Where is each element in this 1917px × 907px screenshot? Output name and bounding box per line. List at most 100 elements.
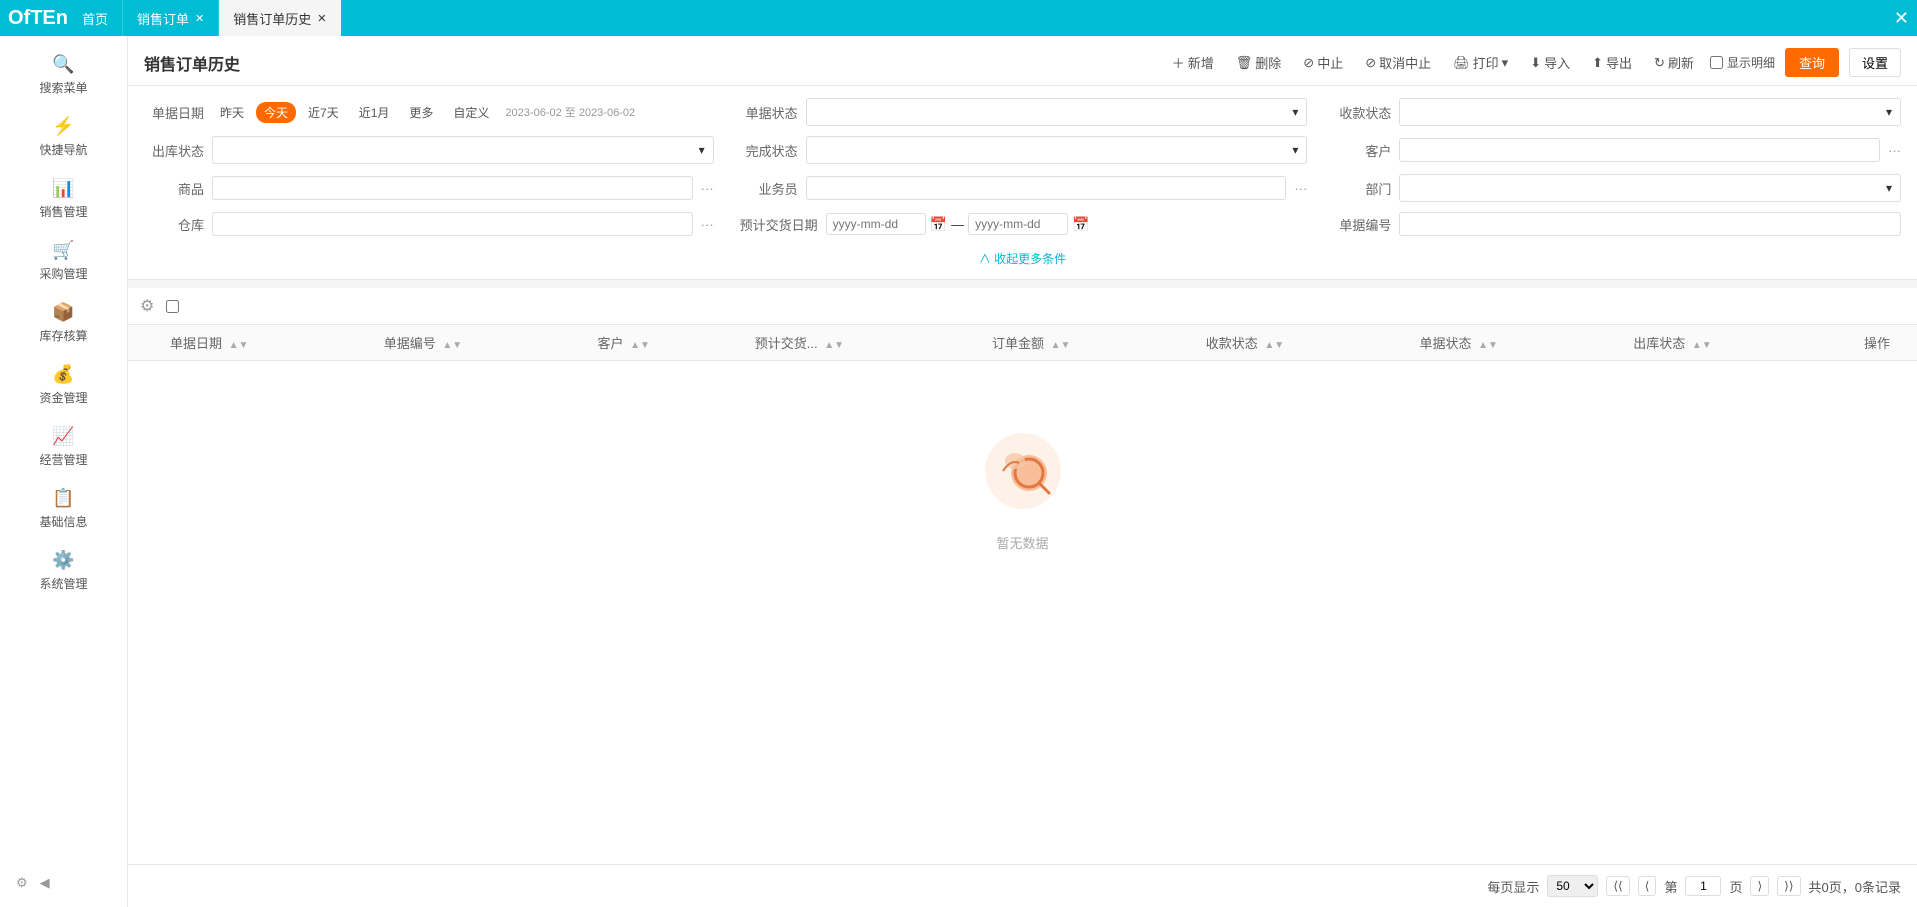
sidebar-item-system[interactable]: ⚙️ 系统管理 <box>0 540 127 602</box>
sidebar-item-basicinfo[interactable]: 📋 基础信息 <box>0 478 127 540</box>
refresh-button[interactable]: ↻ 刷新 <box>1648 50 1700 75</box>
new-button[interactable]: ＋ 新增 <box>1166 50 1220 75</box>
table-section: ⚙ 单据日期 ▲▼ 单据编号 ▲▼ <box>128 288 1917 864</box>
pagination: 每页显示 10 20 50 100 ⟨⟨ ⟨ 第 页 ⟩ ⟩⟩ 共0页，0条记录 <box>128 864 1917 907</box>
table-settings-icon[interactable]: ⚙ <box>140 296 154 316</box>
export-button[interactable]: ⬆ 导出 <box>1586 50 1638 75</box>
page-input[interactable] <box>1685 876 1721 896</box>
th-docnum[interactable]: 单据编号 ▲▼ <box>374 325 588 361</box>
warehouse-input[interactable] <box>212 212 693 236</box>
complete-status-select[interactable]: ▾ <box>806 136 1308 164</box>
sidebar-item-search[interactable]: 🔍 搜索菜单 <box>0 44 127 106</box>
filter-section: 单据日期 昨天 今天 近7天 近1月 更多 自定义 2023-06-02 至 2… <box>128 86 1917 280</box>
delivery-status-select[interactable]: ▾ <box>212 136 714 164</box>
date-filter: 昨天 今天 近7天 近1月 更多 自定义 2023-06-02 至 2023-0… <box>212 102 714 123</box>
th-payment-status[interactable]: 收款状态 ▲▼ <box>1196 325 1410 361</box>
department-select[interactable]: ▾ <box>1399 174 1901 202</box>
salesperson-dots[interactable]: ··· <box>1294 181 1307 196</box>
product-dots[interactable]: ··· <box>701 181 714 196</box>
delivery-date-group: 📅 — 📅 <box>826 213 1090 235</box>
top-bar-right: ✕ <box>1894 8 1909 29</box>
date-label: 单据日期 <box>144 103 204 122</box>
per-page-select[interactable]: 10 20 50 100 <box>1547 875 1598 897</box>
tab-sales-order[interactable]: 销售订单 ✕ <box>123 0 219 36</box>
filter-row-4: 仓库 ··· 预计交货日期 📅 — 📅 单据编号 <box>144 212 1901 236</box>
customer-dots[interactable]: ··· <box>1888 143 1901 158</box>
delete-button[interactable]: 🗑 删除 <box>1230 50 1288 75</box>
date-more[interactable]: 更多 <box>401 102 441 123</box>
cancel-stop-button[interactable]: ⊘ 取消中止 <box>1359 50 1437 75</box>
sidebar-item-operations[interactable]: 📈 经营管理 <box>0 416 127 478</box>
show-detail-checkbox[interactable] <box>1710 56 1723 69</box>
collapse-btn[interactable]: ∧ 收起更多条件 <box>979 252 1066 266</box>
sidebar-item-quicknav[interactable]: ⚡ 快捷导航 <box>0 106 127 168</box>
print-icon: 🖨 <box>1453 55 1470 71</box>
delete-label: 删除 <box>1255 53 1281 72</box>
delivery-date-to[interactable] <box>968 213 1068 235</box>
filter-row-1: 单据日期 昨天 今天 近7天 近1月 更多 自定义 2023-06-02 至 2… <box>144 98 1901 126</box>
import-label: 导入 <box>1544 53 1570 72</box>
th-customer[interactable]: 客户 ▲▼ <box>587 325 744 361</box>
complete-status-chevron: ▾ <box>1292 143 1298 157</box>
complete-status-label: 完成状态 <box>738 141 798 160</box>
query-button[interactable]: 查询 <box>1785 48 1839 77</box>
customer-label: 客户 <box>1331 141 1391 160</box>
page-prev-btn[interactable]: ⟨ <box>1638 876 1657 896</box>
date-today[interactable]: 今天 <box>256 102 296 123</box>
stop-button[interactable]: ⊘ 中止 <box>1297 50 1349 75</box>
tab-sales-history-label: 销售订单历史 <box>233 9 311 28</box>
doc-status-chevron: ▾ <box>1292 105 1298 119</box>
date-1month[interactable]: 近1月 <box>351 102 398 123</box>
tab-sales-history-close[interactable]: ✕ <box>317 12 326 25</box>
department-label: 部门 <box>1331 179 1391 198</box>
th-doc-status[interactable]: 单据状态 ▲▼ <box>1409 325 1623 361</box>
print-button[interactable]: 🖨 打印 ▾ <box>1447 50 1514 75</box>
customer-input[interactable] <box>1399 138 1880 162</box>
date-yesterday[interactable]: 昨天 <box>212 102 252 123</box>
th-amount[interactable]: 订单金额 ▲▼ <box>982 325 1196 361</box>
table-select-all-checkbox[interactable] <box>166 300 179 313</box>
warehouse-dots[interactable]: ··· <box>701 217 714 232</box>
empty-state: 暂无数据 <box>128 361 1917 592</box>
calendar-to-icon[interactable]: 📅 <box>1072 216 1089 233</box>
payment-status-select[interactable]: ▾ <box>1399 98 1901 126</box>
show-detail-checkbox-label[interactable]: 显示明细 <box>1710 54 1775 71</box>
calendar-from-icon[interactable]: 📅 <box>930 216 947 233</box>
window-close-btn[interactable]: ✕ <box>1894 8 1909 29</box>
th-payment-status-sort: ▲▼ <box>1264 341 1284 351</box>
th-outbound-status[interactable]: 出库状态 ▲▼ <box>1623 325 1837 361</box>
sidebar-item-finance[interactable]: 💰 资金管理 <box>0 354 127 416</box>
product-input[interactable] <box>212 176 693 200</box>
tab-home[interactable]: 首页 <box>68 0 123 36</box>
refresh-label: 刷新 <box>1668 53 1694 72</box>
th-date[interactable]: 单据日期 ▲▼ <box>160 325 374 361</box>
sidebar-item-sales-label: 销售管理 <box>39 203 87 220</box>
salesperson-input[interactable] <box>806 176 1287 200</box>
th-docnum-label: 单据编号 <box>384 336 436 351</box>
sidebar-settings-icon[interactable]: ⚙ <box>16 875 28 891</box>
sidebar-item-purchase[interactable]: 🛒 采购管理 <box>0 230 127 292</box>
basicinfo-icon: 📋 <box>52 488 74 509</box>
date-7days[interactable]: 近7天 <box>300 102 347 123</box>
export-icon: ⬆ <box>1592 55 1603 71</box>
sidebar-item-inventory[interactable]: 📦 库存核算 <box>0 292 127 354</box>
sidebar-collapse-icon[interactable]: ◀ <box>40 875 50 891</box>
page-next-btn[interactable]: ⟩ <box>1750 876 1769 896</box>
tab-sales-history[interactable]: 销售订单历史 ✕ <box>219 0 341 36</box>
filter-item-payment-status: 收款状态 ▾ <box>1331 98 1901 126</box>
settings-button[interactable]: 设置 <box>1849 48 1901 77</box>
payment-status-chevron: ▾ <box>1886 105 1892 119</box>
tab-sales-order-close[interactable]: ✕ <box>195 12 204 25</box>
page-first-btn[interactable]: ⟨⟨ <box>1606 876 1629 896</box>
page-last-btn[interactable]: ⟩⟩ <box>1777 876 1800 896</box>
th-delivery[interactable]: 预计交货... ▲▼ <box>745 325 982 361</box>
sidebar-item-sales[interactable]: 📊 销售管理 <box>0 168 127 230</box>
doc-number-input[interactable] <box>1399 212 1901 236</box>
delivery-date-from[interactable] <box>826 213 926 235</box>
filter-item-delivery-date: 预计交货日期 📅 — 📅 <box>738 213 1308 235</box>
doc-status-select[interactable]: ▾ <box>806 98 1308 126</box>
table-toolbar: ⚙ <box>128 288 1917 325</box>
date-custom[interactable]: 自定义 <box>445 102 497 123</box>
import-button[interactable]: ⬇ 导入 <box>1524 50 1576 75</box>
th-empty <box>128 325 160 361</box>
